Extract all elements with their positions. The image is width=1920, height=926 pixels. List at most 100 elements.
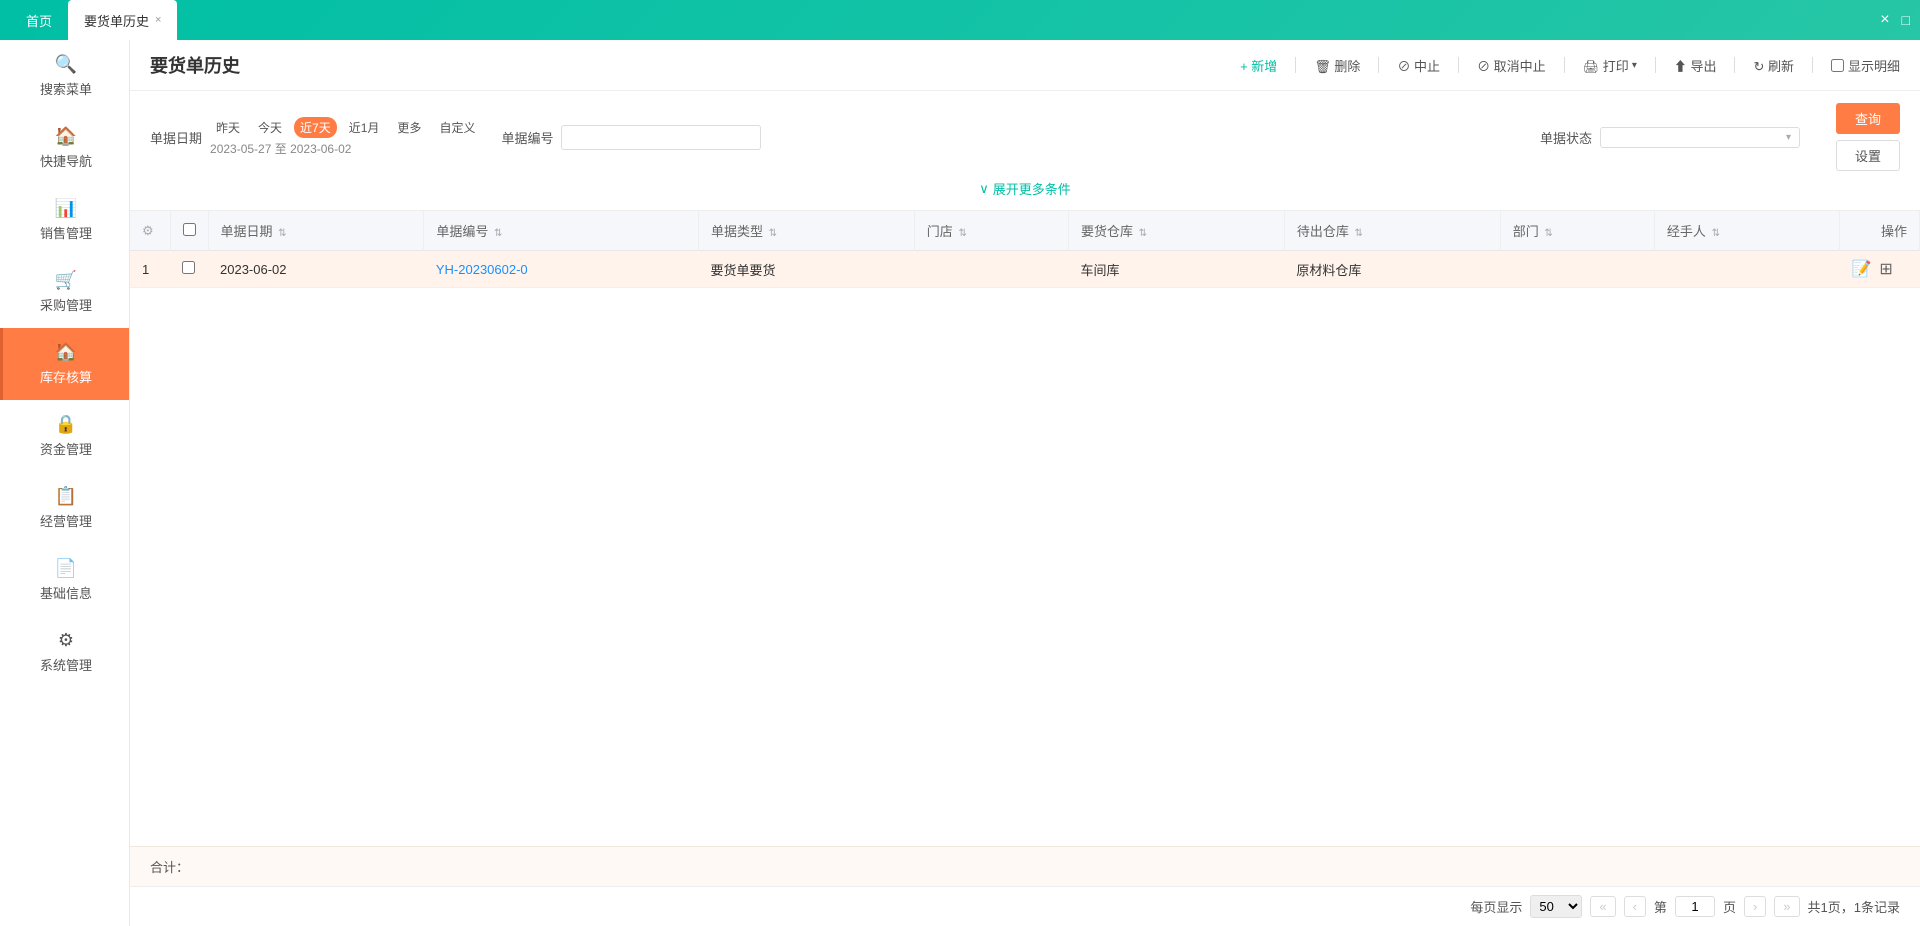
setting-button[interactable]: 设置 (1836, 140, 1900, 171)
content-area: 要货单历史 + 新增 🗑 删除 ⊘ 中止 ⊘ 取消中止 🖨 打印 ▾ ⬆ 导出 … (130, 40, 1920, 926)
sidebar-item-operation[interactable]: 📋 经营管理 (0, 472, 129, 544)
page-end-label: 页 (1723, 897, 1736, 916)
filter-date-item: 单据日期 昨天 今天 近7天 近1月 更多 自定义 2023-05-27 至 2… (150, 117, 481, 157)
col-index: ⚙ (130, 211, 170, 251)
sort-handler-icon: ⇅ (1712, 228, 1720, 239)
date-opt-custom[interactable]: 自定义 (433, 117, 481, 138)
sidebar-item-purchase[interactable]: 🛒 采购管理 (0, 256, 129, 328)
divider-4 (1564, 57, 1565, 73)
page-title: 要货单历史 (150, 52, 240, 78)
top-bar: 首页 要货单历史 × × □ (0, 0, 1920, 40)
sidebar-item-system[interactable]: ⚙ 系统管理 (0, 616, 129, 688)
query-button[interactable]: 查询 (1836, 103, 1900, 134)
cell-checkbox (170, 251, 208, 288)
date-opt-yesterday[interactable]: 昨天 (210, 117, 246, 138)
select-all-checkbox[interactable] (183, 223, 196, 236)
sort-date-icon: ⇅ (278, 228, 286, 239)
date-opt-7days[interactable]: 近7天 (294, 117, 337, 138)
edit-icon[interactable]: 📝 (1852, 259, 1872, 279)
prev-page-btn[interactable]: ‹ (1624, 896, 1646, 917)
col-type: 单据类型 ⇅ (698, 211, 914, 251)
cell-action: 📝 ⊞ (1840, 251, 1920, 288)
date-opt-more[interactable]: 更多 (391, 117, 427, 138)
cancel-stop-btn[interactable]: ⊘ 取消中止 (1477, 56, 1546, 75)
data-table: ⚙ 单据日期 ⇅ 单据编号 ⇅ (130, 211, 1920, 288)
date-opt-today[interactable]: 今天 (252, 117, 288, 138)
sidebar-item-sales[interactable]: 📊 销售管理 (0, 184, 129, 256)
stop-btn[interactable]: ⊘ 中止 (1397, 56, 1440, 75)
col-store: 门店 ⇅ (914, 211, 1068, 251)
order-no-link[interactable]: YH-20230602-0 (436, 262, 528, 277)
page-size-label: 每页显示 (1470, 897, 1522, 916)
col-checkbox (170, 211, 208, 251)
settings-icon[interactable]: ⚙ (142, 223, 154, 238)
sidebar-item-basic-info[interactable]: 📄 基础信息 (0, 544, 129, 616)
filter-date-options: 昨天 今天 近7天 近1月 更多 自定义 (210, 117, 481, 138)
sidebar: 🔍 搜索菜单 🏠 快捷导航 📊 销售管理 🛒 采购管理 🏠 库存核算 🔒 资金管… (0, 40, 130, 926)
cell-store (914, 251, 1068, 288)
row-checkbox[interactable] (182, 261, 195, 274)
last-page-btn[interactable]: » (1774, 896, 1799, 917)
col-dept: 部门 ⇅ (1500, 211, 1654, 251)
cell-type: 要货单要货 (698, 251, 914, 288)
window-close-btn[interactable]: × (1880, 11, 1889, 29)
page-size-select[interactable]: 10 20 50 100 (1530, 895, 1582, 918)
order-no-input[interactable] (561, 125, 761, 150)
sidebar-item-inventory[interactable]: 🏠 库存核算 (0, 328, 129, 400)
show-detail-checkbox[interactable]: 显示明细 (1831, 56, 1900, 75)
divider-5 (1655, 57, 1656, 73)
filter-status-item: 单据状态 ▾ (1540, 127, 1800, 148)
sidebar-item-finance[interactable]: 🔒 资金管理 (0, 400, 129, 472)
sort-store-icon: ⇅ (958, 228, 966, 239)
top-bar-right: × □ (1880, 11, 1910, 29)
cell-order-no[interactable]: YH-20230602-0 (424, 251, 699, 288)
table-area: ⚙ 单据日期 ⇅ 单据编号 ⇅ (130, 211, 1920, 846)
quick-nav-icon: 🏠 (55, 126, 77, 147)
close-tab-icon[interactable]: × (155, 14, 161, 26)
col-handler: 经手人 ⇅ (1654, 211, 1839, 251)
sort-order-no-icon: ⇅ (494, 228, 502, 239)
tab-order-history[interactable]: 要货单历史 × (68, 0, 177, 40)
cell-date: 2023-06-02 (208, 251, 424, 288)
divider-6 (1734, 57, 1735, 73)
cell-dept (1500, 251, 1654, 288)
sidebar-item-search-menu[interactable]: 🔍 搜索菜单 (0, 40, 129, 112)
tab-home[interactable]: 首页 (10, 0, 68, 40)
operation-icon: 📋 (55, 486, 77, 507)
expand-more-btn[interactable]: ∨ 展开更多条件 (150, 179, 1900, 198)
action-icons: 📝 ⊞ (1852, 259, 1908, 279)
status-select[interactable]: ▾ (1600, 127, 1800, 148)
sort-req-wh-icon: ⇅ (1139, 228, 1147, 239)
table-footer: 合计： (130, 846, 1920, 886)
total-info: 共1页，1条记录 (1808, 897, 1900, 916)
status-chevron-icon: ▾ (1786, 132, 1791, 143)
divider-3 (1458, 57, 1459, 73)
filter-area: 单据日期 昨天 今天 近7天 近1月 更多 自定义 2023-05-27 至 2… (130, 91, 1920, 211)
date-opt-1month[interactable]: 近1月 (343, 117, 386, 138)
cell-handler (1654, 251, 1839, 288)
inventory-icon: 🏠 (55, 342, 77, 363)
sort-dept-icon: ⇅ (1544, 228, 1552, 239)
delete-btn[interactable]: 🗑 删除 (1314, 56, 1360, 75)
cell-index: 1 (130, 251, 170, 288)
basic-info-icon: 📄 (55, 558, 77, 579)
next-page-btn[interactable]: › (1744, 896, 1766, 917)
export-btn[interactable]: ⬆ 导出 (1674, 56, 1717, 75)
sales-icon: 📊 (55, 198, 77, 219)
window-maximize-btn[interactable]: □ (1902, 12, 1910, 28)
header-actions: + 新增 🗑 删除 ⊘ 中止 ⊘ 取消中止 🖨 打印 ▾ ⬆ 导出 ↻ 刷新 (1240, 56, 1900, 75)
first-page-btn[interactable]: « (1590, 896, 1615, 917)
print-btn[interactable]: 🖨 打印 ▾ (1583, 56, 1637, 75)
page-input[interactable] (1675, 896, 1715, 917)
page-header: 要货单历史 + 新增 🗑 删除 ⊘ 中止 ⊘ 取消中止 🖨 打印 ▾ ⬆ 导出 … (130, 40, 1920, 91)
filter-buttons: 查询 设置 (1836, 103, 1900, 171)
cell-req-warehouse: 车间库 (1069, 251, 1285, 288)
new-btn[interactable]: + 新增 (1240, 56, 1277, 75)
detail-icon[interactable]: ⊞ (1879, 259, 1892, 279)
sidebar-item-quick-nav[interactable]: 🏠 快捷导航 (0, 112, 129, 184)
refresh-btn[interactable]: ↻ 刷新 (1753, 56, 1794, 75)
order-no-label: 单据编号 (501, 128, 553, 147)
divider-1 (1295, 57, 1296, 73)
show-detail-input[interactable] (1831, 59, 1844, 72)
divider-7 (1812, 57, 1813, 73)
